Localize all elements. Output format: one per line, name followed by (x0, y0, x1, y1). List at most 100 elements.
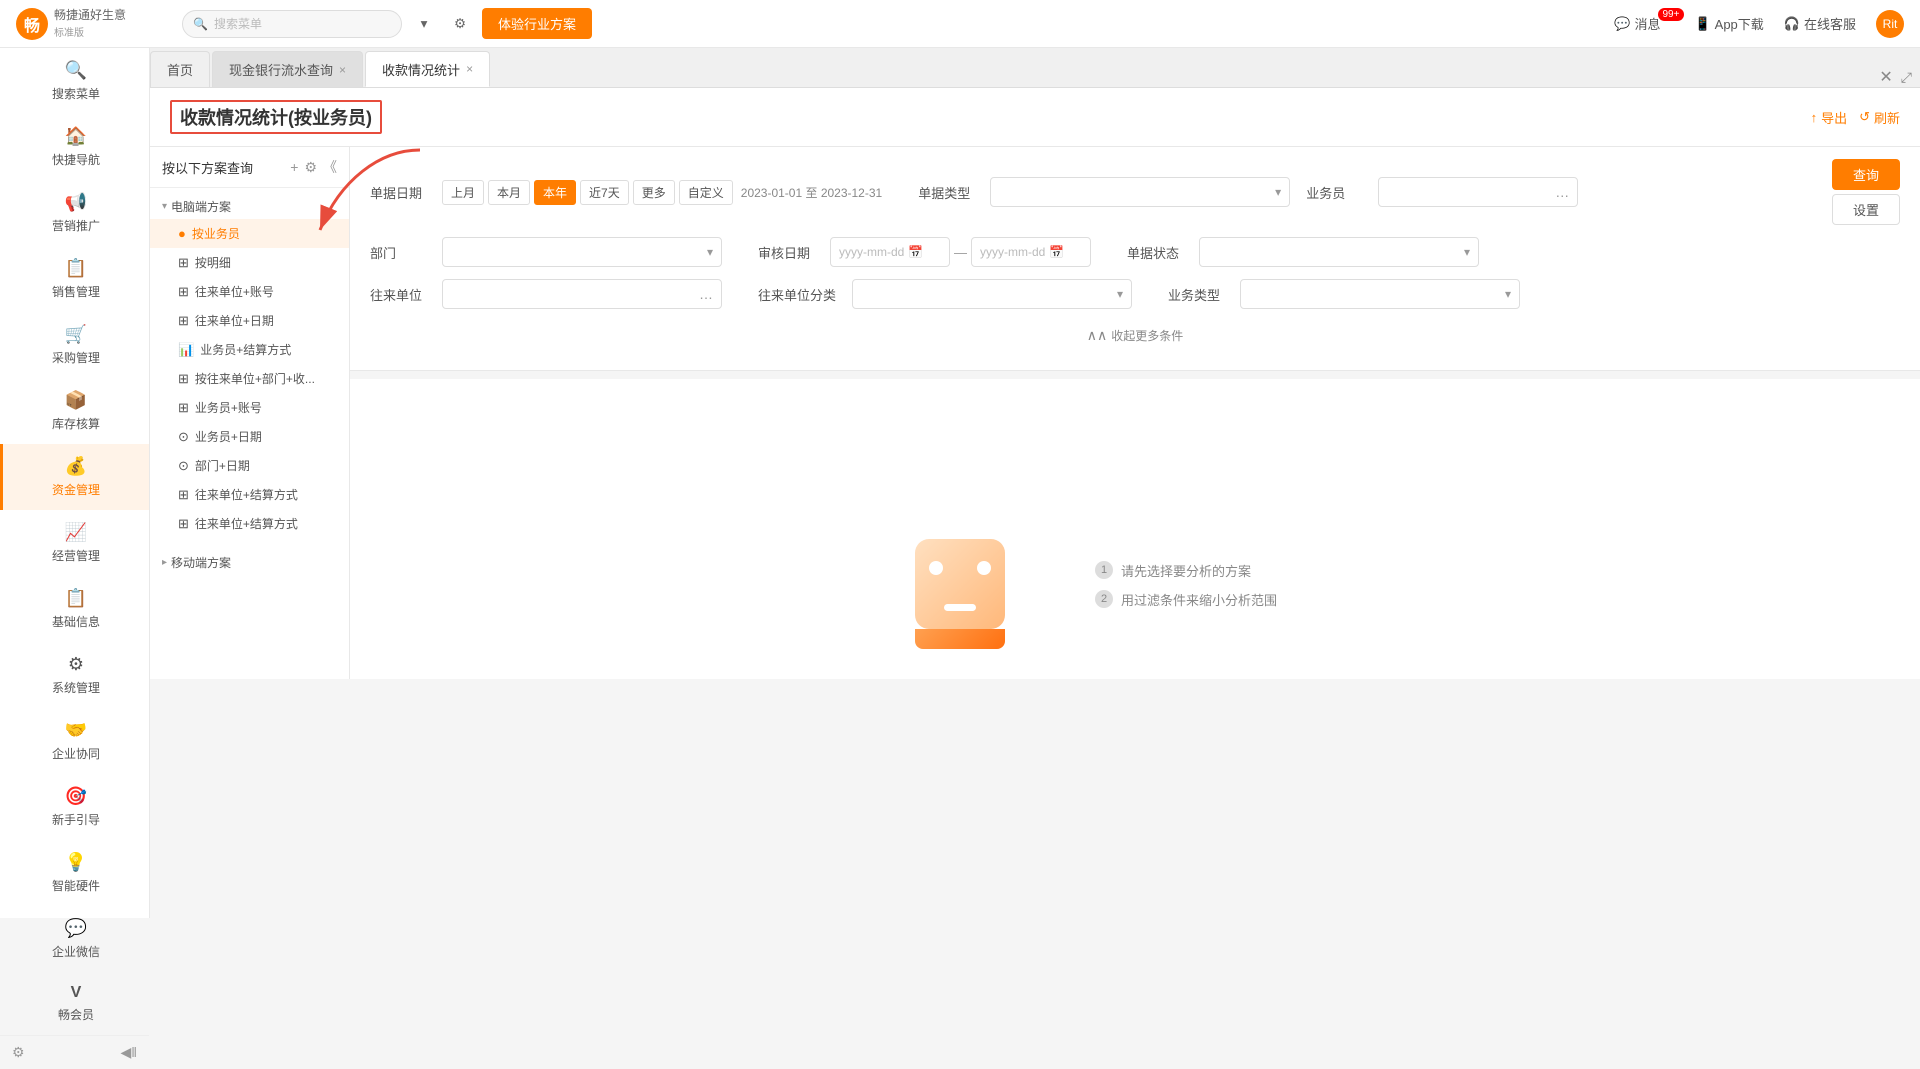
message-button[interactable]: 💬 消息 99+ (1614, 14, 1674, 33)
sidebar-item-operations[interactable]: 📈 经营管理 (0, 510, 149, 576)
tab-collection-stats[interactable]: 收款情况统计 × (365, 51, 490, 87)
sidebar-item-system[interactable]: ⚙ 系统管理 (0, 642, 149, 708)
desktop-scheme-group-title[interactable]: ▾ 电脑端方案 (150, 194, 349, 219)
partner-cat-chevron-icon: ▾ (1117, 287, 1123, 301)
sidebar-item-finance[interactable]: 💰 资金管理 (0, 444, 149, 510)
dept-chevron-icon: ▾ (707, 245, 713, 259)
sidebar-label-marketing: 营销推广 (52, 217, 100, 234)
tab-home[interactable]: 首页 (150, 51, 210, 87)
app-download-label: App下载 (1715, 14, 1764, 33)
sidebar-item-search[interactable]: 🔍 搜索菜单 (0, 48, 149, 114)
date-btn-last-month[interactable]: 上月 (442, 180, 484, 205)
sidebar-item-wechat[interactable]: 💬 企业微信 (0, 906, 149, 972)
tab-bar-restore-button[interactable]: ⤢ (1901, 69, 1912, 86)
scheme-add-button[interactable]: + (290, 157, 298, 177)
scheme-item-partner-dept[interactable]: ⊞ 按往来单位+部门+收... (150, 364, 349, 393)
sidebar-item-smart-hw[interactable]: 💡 智能硬件 (0, 840, 149, 906)
scheme-panel-title: 按以下方案查询 (162, 158, 253, 177)
filter-row-3: 往来单位 … 往来单位分类 ▾ 业务类型 (370, 279, 1900, 309)
review-date-from-input[interactable]: yyyy-mm-dd 📅 (830, 237, 950, 267)
tab-bank-flow-close-icon[interactable]: × (339, 63, 346, 77)
scheme-item-partner-account[interactable]: ⊞ 往来单位+账号 (150, 277, 349, 306)
settings-gear-button[interactable]: ⚙ (446, 10, 474, 38)
partner-select[interactable]: … (442, 279, 722, 309)
doc-type-label: 单据类型 (918, 183, 974, 202)
mobile-group-label: 移动端方案 (171, 554, 231, 571)
partner-more-icon[interactable]: … (699, 286, 713, 302)
sidebar-settings-button[interactable]: ⚙ (12, 1044, 25, 1061)
message-label: 消息 (1634, 14, 1660, 33)
sidebar-collapse-button[interactable]: ◀‖ (120, 1044, 137, 1061)
salesman-select[interactable]: … (1378, 177, 1578, 207)
tab-bar-close-all-button[interactable]: ✕ (1879, 67, 1892, 87)
online-service-button[interactable]: 🎧 在线客服 (1784, 14, 1856, 33)
app-download-icon: 📱 (1694, 16, 1710, 32)
scheme-partner-date-label: 往来单位+日期 (195, 312, 274, 329)
scheme-item-salesman-settlement[interactable]: 📊 业务员+结算方式 (150, 335, 349, 364)
tab-bank-flow-label: 现金银行流水查询 (229, 60, 333, 79)
scheme-item-partner-settlement2[interactable]: ⊞ 往来单位+结算方式 (150, 509, 349, 538)
partner-cat-select[interactable]: ▾ (852, 279, 1132, 309)
sidebar-label-basic: 基础信息 (52, 613, 100, 630)
sidebar-item-basic-info[interactable]: 📋 基础信息 (0, 576, 149, 642)
mobile-scheme-group-title[interactable]: ▸ 移动端方案 (150, 550, 349, 575)
sidebar-item-guide[interactable]: 🎯 新手引导 (0, 774, 149, 840)
main-layout: 🔍 搜索菜单 🏠 快捷导航 📢 营销推广 📋 销售管理 🛒 采购管理 📦 库存核… (0, 48, 1920, 918)
logo-area: 畅 畅捷通好生意 标准版 (16, 8, 166, 40)
hint-num-1: 1 (1095, 561, 1113, 579)
tab-collection-stats-close-icon[interactable]: × (466, 62, 473, 76)
scheme-item-by-salesman[interactable]: ● 按业务员 (150, 219, 349, 248)
sidebar-item-inventory[interactable]: 📦 库存核算 (0, 378, 149, 444)
scheme-item-by-detail[interactable]: ⊞ 按明细 (150, 248, 349, 277)
date-btn-more[interactable]: 更多 (633, 180, 675, 205)
basic-info-icon: 📋 (65, 588, 87, 609)
app-download-button[interactable]: 📱 App下载 (1694, 14, 1763, 33)
export-button[interactable]: ↑ 导出 (1811, 108, 1848, 127)
settings-button[interactable]: 设置 (1832, 194, 1900, 225)
sidebar-label-inventory: 库存核算 (52, 415, 100, 432)
calendar-from-icon: 📅 (908, 245, 923, 259)
app-logo-icon: 畅 (16, 8, 48, 40)
user-avatar-button[interactable]: Rit (1876, 10, 1904, 38)
scheme-item-partner-date[interactable]: ⊞ 往来单位+日期 (150, 306, 349, 335)
sidebar-item-sales[interactable]: 📋 销售管理 (0, 246, 149, 312)
scheme-detail-icon: ⊞ (178, 255, 189, 271)
sidebar-label-operations: 经营管理 (52, 547, 100, 564)
sidebar-label-smarthw: 智能硬件 (52, 877, 100, 894)
search-icon: 🔍 (65, 60, 87, 81)
tab-bank-flow[interactable]: 现金银行流水查询 × (212, 51, 363, 87)
sidebar-item-marketing[interactable]: 📢 营销推广 (0, 180, 149, 246)
scheme-salesman-account-icon: ⊞ (178, 400, 189, 416)
query-button[interactable]: 查询 (1832, 159, 1900, 190)
date-btn-this-year[interactable]: 本年 (534, 180, 576, 205)
menu-search-bar[interactable]: 🔍 搜索菜单 (182, 10, 402, 38)
scheme-item-salesman-date[interactable]: ⊙ 业务员+日期 (150, 422, 349, 451)
date-btn-this-month[interactable]: 本月 (488, 180, 530, 205)
doc-type-select[interactable]: ▾ (990, 177, 1290, 207)
empty-hints: 1 请先选择要分析的方案 2 用过滤条件来缩小分析范围 (1095, 561, 1277, 609)
scheme-item-salesman-account[interactable]: ⊞ 业务员+账号 (150, 393, 349, 422)
scheme-setting-button[interactable]: ⚙ (304, 157, 317, 177)
scheme-item-dept-date[interactable]: ⊙ 部门+日期 (150, 451, 349, 480)
sidebar-item-purchase[interactable]: 🛒 采购管理 (0, 312, 149, 378)
review-date-range: yyyy-mm-dd 📅 — yyyy-mm-dd 📅 (830, 237, 1091, 267)
biz-type-select[interactable]: ▾ (1240, 279, 1520, 309)
collapse-more-btn[interactable]: ∧∧ 收起更多条件 (370, 321, 1900, 350)
date-btn-custom[interactable]: 自定义 (679, 180, 733, 205)
scheme-item-partner-settlement1[interactable]: ⊞ 往来单位+结算方式 (150, 480, 349, 509)
trial-industry-button[interactable]: 体验行业方案 (482, 8, 592, 39)
sidebar-item-member[interactable]: V 畅会员 (0, 972, 149, 1035)
review-date-to-input[interactable]: yyyy-mm-dd 📅 (971, 237, 1091, 267)
nav-dropdown-button[interactable]: ▾ (410, 10, 438, 38)
scheme-salesman-settlement-icon: 📊 (178, 342, 194, 358)
dept-select[interactable]: ▾ (442, 237, 722, 267)
enterprise-icon: 🤝 (65, 720, 87, 741)
date-btn-7days[interactable]: 近7天 (580, 180, 629, 205)
sidebar-item-enterprise[interactable]: 🤝 企业协同 (0, 708, 149, 774)
salesman-more-icon[interactable]: … (1555, 184, 1569, 200)
scheme-collapse-button[interactable]: 《 (323, 157, 337, 177)
refresh-button[interactable]: ↺ 刷新 (1859, 108, 1900, 127)
sidebar-item-quick-nav[interactable]: 🏠 快捷导航 (0, 114, 149, 180)
message-badge: 99+ (1658, 8, 1685, 21)
doc-status-select[interactable]: ▾ (1199, 237, 1479, 267)
